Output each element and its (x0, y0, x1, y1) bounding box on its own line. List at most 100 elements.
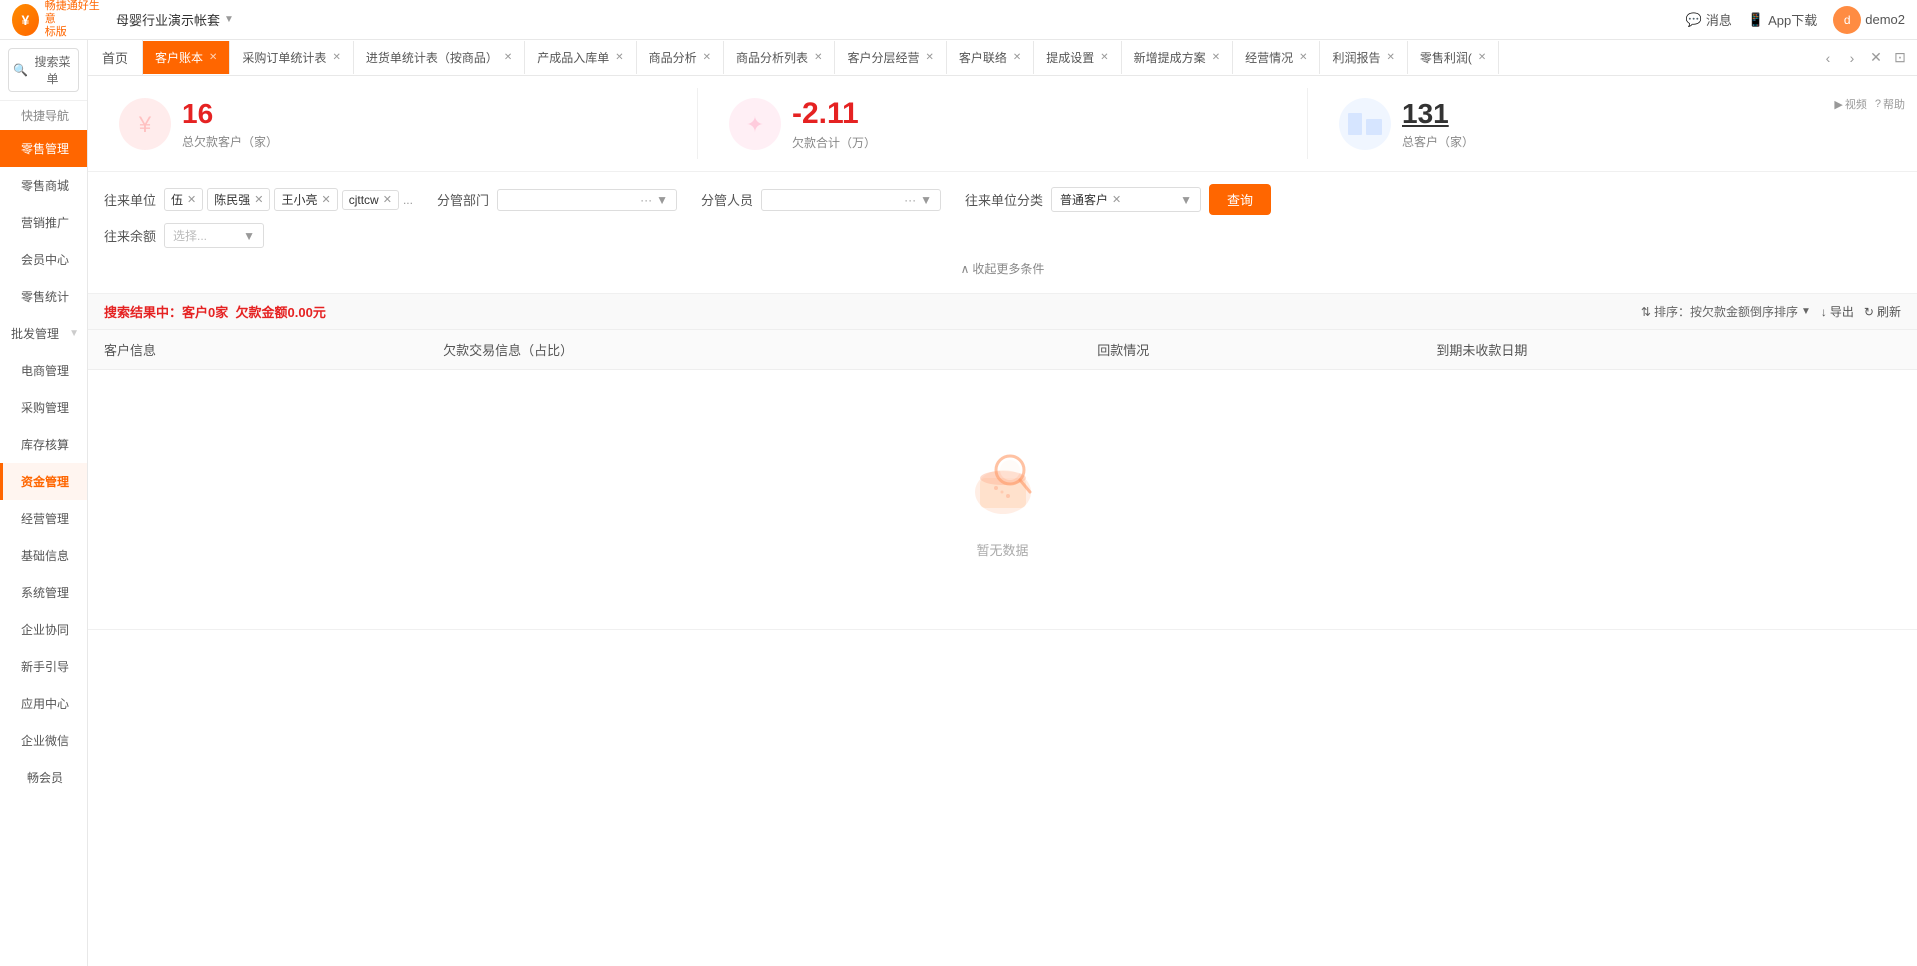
video-icon: ▶ (1834, 98, 1842, 111)
tab-customer-contact[interactable]: 客户联络 ✕ (947, 41, 1034, 74)
tab-customer-tiered[interactable]: 客户分层经营 ✕ (835, 41, 946, 74)
stat-icon-customers (1338, 97, 1392, 151)
category-tag-close[interactable]: ✕ (1112, 193, 1121, 206)
tag-close-wang[interactable]: ✕ (322, 193, 331, 206)
tab-close-profit-report[interactable]: ✕ (1387, 52, 1395, 63)
export-button[interactable]: ↓ 导出 (1821, 303, 1854, 320)
tab-product-analysis-list[interactable]: 商品分析列表 ✕ (724, 41, 835, 74)
sidebar-item-wholesale-mgmt[interactable]: 批发管理 ▼ (0, 315, 87, 352)
app-download-button[interactable]: 📱 App下载 (1748, 10, 1817, 29)
tab-close-product-inbound[interactable]: ✕ (615, 52, 623, 63)
tab-product-analysis[interactable]: 商品分析 ✕ (637, 41, 724, 74)
sidebar-item-retail-mall[interactable]: 零售商城 (0, 167, 87, 204)
message-icon: 💬 (1686, 12, 1702, 28)
company-filter-label: 往来单位 (104, 190, 156, 209)
user-menu[interactable]: d demo2 (1833, 6, 1905, 34)
filter-tag-chen: 陈民强 ✕ (207, 188, 270, 211)
tab-close-all[interactable]: ✕ (1865, 47, 1887, 69)
top-bar-right: 💬 消息 📱 App下载 d demo2 (1686, 6, 1905, 34)
tab-close-customer-ledger[interactable]: ✕ (209, 52, 217, 63)
filter-more-tags[interactable]: ... (403, 193, 413, 207)
sidebar-item-ecom-mgmt[interactable]: 电商管理 (0, 352, 87, 389)
phone-icon: 📱 (1748, 12, 1764, 28)
tab-ops-situation[interactable]: 经营情况 ✕ (1233, 41, 1320, 74)
person-extra-dots[interactable]: ··· (904, 193, 916, 207)
sidebar-item-newbie[interactable]: 新手引导 (0, 648, 87, 685)
sidebar-item-basic-info[interactable]: 基础信息 (0, 537, 87, 574)
sidebar-item-inventory[interactable]: 库存核算 (0, 426, 87, 463)
tab-raise-settings[interactable]: 提成设置 ✕ (1034, 41, 1121, 74)
tab-close-inbound-stats[interactable]: ✕ (504, 52, 512, 63)
tab-purchase-order-stats[interactable]: 采购订单统计表 ✕ (230, 41, 353, 74)
tab-maximize[interactable]: ⊡ (1889, 47, 1911, 69)
sidebar-item-purchase-mgmt[interactable]: 采购管理 (0, 389, 87, 426)
sidebar-item-retail-stats[interactable]: 零售统计 (0, 278, 87, 315)
sidebar-item-enterprise-wechat[interactable]: 企业微信 (0, 722, 87, 759)
collapse-button[interactable]: ∧ 收起更多条件 (949, 256, 1057, 281)
refresh-button[interactable]: ↻ 刷新 (1864, 303, 1901, 320)
tag-close-chen[interactable]: ✕ (254, 193, 263, 206)
tag-close-wu[interactable]: ✕ (187, 193, 196, 206)
chevron-down-icon: ▼ (69, 328, 79, 339)
logo-text: 畅捷通好生意 标版 (45, 0, 100, 39)
tab-new-raise-plan[interactable]: 新增提成方案 ✕ (1122, 41, 1233, 74)
store-selector[interactable]: 母婴行业演示帐套 ▼ (108, 6, 242, 33)
stat1-value: 16 (182, 97, 278, 131)
tab-close-raise-settings[interactable]: ✕ (1100, 52, 1108, 63)
sidebar-item-ops-mgmt[interactable]: 经营管理 (0, 500, 87, 537)
tab-close-customer-contact[interactable]: ✕ (1013, 52, 1021, 63)
content-area: 首页 客户账本 ✕ 采购订单统计表 ✕ 进货单统计表（按商品） ✕ 产成品入库单… (88, 40, 1917, 966)
filter-row-2: 往来余额 选择... ▼ (104, 223, 1901, 248)
tab-close-customer-tiered[interactable]: ✕ (925, 52, 933, 63)
tab-home[interactable]: 首页 (88, 40, 143, 75)
tab-retail-profit[interactable]: 零售利润( ✕ (1408, 41, 1499, 74)
help-button[interactable]: ? 帮助 (1875, 96, 1905, 112)
tab-close-retail-profit[interactable]: ✕ (1478, 52, 1486, 63)
help-icon: ? (1875, 98, 1881, 110)
category-selector[interactable]: 普通客户 ✕ ▼ (1051, 187, 1201, 212)
search-icon: 🔍 (13, 63, 28, 77)
tab-close-new-raise-plan[interactable]: ✕ (1212, 52, 1220, 63)
top-bar: ¥ 畅捷通好生意 标版 母婴行业演示帐套 ▼ 💬 消息 📱 App下载 d de… (0, 0, 1917, 40)
tag-close-cjttcw[interactable]: ✕ (383, 193, 392, 206)
sidebar-item-quick-nav[interactable]: 快捷导航 (0, 101, 87, 130)
person-selector[interactable]: ··· ▼ (761, 189, 941, 211)
tab-nav-next[interactable]: › (1841, 47, 1863, 69)
stat-total-debt-amount: ✦ -2.11 欠款合计（万） (698, 88, 1308, 159)
sidebar-item-app-center[interactable]: 应用中心 (0, 685, 87, 722)
tab-inbound-stats[interactable]: 进货单统计表（按商品） ✕ (354, 41, 525, 74)
sort-selector[interactable]: ⇅ 排序：按欠款金额倒序排序 ▼ (1641, 303, 1811, 320)
sidebar-item-member-plus[interactable]: 畅会员 (0, 759, 87, 796)
video-help-button[interactable]: ▶ 视频 (1834, 96, 1866, 112)
sidebar-item-retail-mgmt[interactable]: 零售管理 (0, 130, 87, 167)
empty-state: 暂无数据 (104, 380, 1901, 619)
person-filter-label: 分管人员 (701, 190, 753, 209)
stat1-label: 总欠款客户（家） (182, 133, 278, 150)
chevron-up-icon: ∧ (961, 262, 970, 276)
table-header-row: 客户信息 欠款交易信息（占比） 回款情况 到期未收款日期 (88, 330, 1917, 370)
balance-chevron: ▼ (243, 229, 255, 243)
filter-tags: 伍 ✕ 陈民强 ✕ 王小亮 ✕ cjttcw ✕ (164, 188, 413, 211)
messages-button[interactable]: 💬 消息 (1686, 10, 1732, 29)
dept-extra-dots[interactable]: ··· (640, 193, 652, 207)
tab-nav-prev[interactable]: ‹ (1817, 47, 1839, 69)
sidebar-item-marketing[interactable]: 营销推广 (0, 204, 87, 241)
tab-close-ops-situation[interactable]: ✕ (1299, 52, 1307, 63)
tab-customer-ledger[interactable]: 客户账本 ✕ (143, 41, 230, 74)
query-button[interactable]: 查询 (1209, 184, 1271, 215)
tab-close-purchase-order-stats[interactable]: ✕ (332, 52, 340, 63)
dept-selector[interactable]: ··· ▼ (497, 189, 677, 211)
sidebar-item-sys-mgmt[interactable]: 系统管理 (0, 574, 87, 611)
sidebar-item-enterprise-coop[interactable]: 企业协同 (0, 611, 87, 648)
tab-profit-report[interactable]: 利润报告 ✕ (1320, 41, 1407, 74)
chevron-down-icon: ▼ (224, 14, 234, 25)
collapse-row: ∧ 收起更多条件 (104, 256, 1901, 281)
main-layout: 🔍 搜索菜单 快捷导航 零售管理 零售商城 营销推广 会员中心 零售统计 批发管… (0, 40, 1917, 966)
tab-close-product-analysis-list[interactable]: ✕ (814, 52, 822, 63)
search-menu-button[interactable]: 🔍 搜索菜单 (8, 48, 79, 92)
sidebar-item-members[interactable]: 会员中心 (0, 241, 87, 278)
balance-selector[interactable]: 选择... ▼ (164, 223, 264, 248)
tab-close-product-analysis[interactable]: ✕ (703, 52, 711, 63)
tab-product-inbound[interactable]: 产成品入库单 ✕ (525, 41, 636, 74)
sidebar-item-finance-mgmt[interactable]: 资金管理 (0, 463, 87, 500)
